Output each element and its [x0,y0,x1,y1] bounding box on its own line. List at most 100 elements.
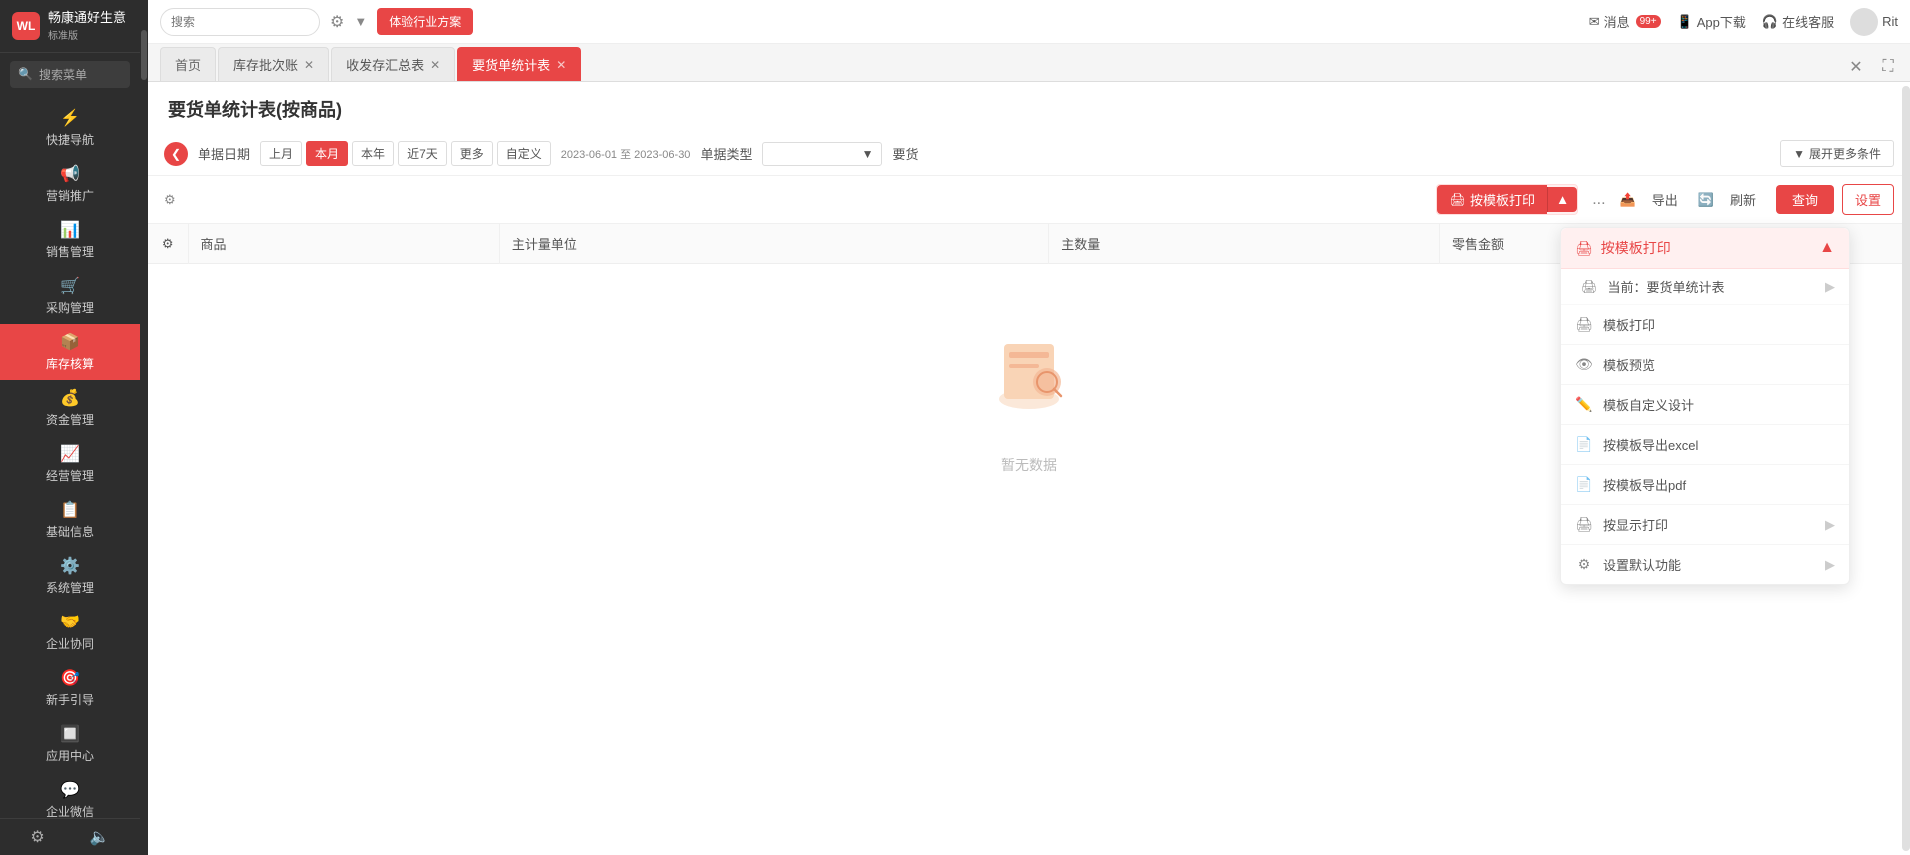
sidebar-item-guide[interactable]: 🎯 新手引导 [0,660,140,716]
tab-expand-btn[interactable]: ⛶ [1874,53,1902,81]
app-version: 标准版 [48,27,126,42]
tabs-bar: 首页 库存批次账 ✕ 收发存汇总表 ✕ 要货单统计表 ✕ ✕ ⛶ [148,44,1910,82]
home-label: 首页 [175,55,201,74]
date-options-group: 上月 本月 本年 近7天 更多 自定义 [260,141,551,166]
sidebar-bottom: ⚙ 🔈 [0,818,140,855]
user-avatar[interactable]: Rit [1850,8,1898,36]
filter-collapse-btn[interactable]: ❮ [164,142,188,166]
query-btn[interactable]: 查询 [1776,185,1834,214]
message-btn[interactable]: ✉ 消息 99+ [1589,12,1661,31]
tab-close-batch[interactable]: ✕ [304,58,314,72]
date-btn-custom[interactable]: 自定义 [497,141,551,166]
topbar-search-input[interactable] [160,8,320,36]
date-btn-last-7[interactable]: 近7天 [398,141,447,166]
sidebar-item-label: 快捷导航 [46,131,94,148]
popup-display-print-icon: 🖨 [1575,516,1593,533]
tab-order-stats[interactable]: 要货单统计表 ✕ [457,47,581,81]
speaker-icon[interactable]: 🔈 [90,827,110,847]
gear-icon[interactable]: ⚙ [330,12,344,32]
popup-preview-icon: 👁 [1575,356,1593,373]
date-btn-this-month[interactable]: 本月 [306,141,348,166]
sidebar-item-sales[interactable]: 📊 销售管理 [0,212,140,268]
order-type-dropdown[interactable]: ▼ [762,142,882,166]
popup-item-set-default[interactable]: ⚙ 设置默认功能 ▶ [1561,545,1849,584]
resize-handle[interactable] [1902,86,1910,851]
sidebar-item-app-center[interactable]: 🔲 应用中心 [0,716,140,772]
sidebar-search[interactable]: 🔍 搜索菜单 [10,61,130,88]
export-btn[interactable]: 导出 [1640,185,1690,214]
tab-close-order[interactable]: ✕ [556,58,566,72]
table-settings-icon[interactable]: ⚙ [164,192,176,208]
print-dropdown-popup: 🖨 按模板打印 ▲ 🖨 当前：要货单统计表 ▶ 🖨 模板打印 [1560,227,1850,585]
sidebar-item-label: 库存核算 [46,355,94,372]
refresh-btn[interactable]: 刷新 [1718,185,1768,214]
sidebar-scrollbar[interactable] [140,0,148,855]
date-btn-this-year[interactable]: 本年 [352,141,394,166]
purchase-icon: 🛒 [60,276,80,296]
sidebar-item-quick-nav[interactable]: ⚡ 快捷导航 [0,100,140,156]
filter-bar: ❮ 单据日期 上月 本月 本年 近7天 更多 自定义 2023-06-01 至 … [148,132,1910,176]
sidebar-item-basic-info[interactable]: 📋 基础信息 [0,492,140,548]
sidebar-item-inventory[interactable]: 📦 库存核算 [0,324,140,380]
dropdown-arrow-icon[interactable]: ▼ [354,14,367,29]
tab-receipt-summary[interactable]: 收发存汇总表 ✕ [331,47,455,81]
online-service-btn[interactable]: 🎧 在线客服 [1762,12,1834,31]
message-label: 消息 [1604,12,1630,31]
print-dropdown-btn[interactable]: ▲ [1547,187,1577,212]
sidebar-item-system[interactable]: ⚙️ 系统管理 [0,548,140,604]
headset-icon: 🎧 [1762,14,1778,30]
gear-settings-icon[interactable]: ⚙ [162,236,174,251]
sidebar-item-label: 经营管理 [46,467,94,484]
expand-more-btn[interactable]: ▼ 展开更多条件 [1780,140,1894,167]
sidebar-item-wechat[interactable]: 💬 企业微信 [0,772,140,818]
quick-nav-icon: ⚡ [60,108,80,128]
settings-btn[interactable]: 设置 [1842,184,1894,215]
sidebar-item-collab[interactable]: 🤝 企业协同 [0,604,140,660]
message-badge: 99+ [1636,15,1661,28]
date-btn-more[interactable]: 更多 [451,141,493,166]
popup-item-label: 模板预览 [1603,355,1655,374]
popup-item-label: 模板打印 [1603,315,1655,334]
popup-item-template-custom[interactable]: ✏️ 模板自定义设计 [1561,385,1849,425]
trial-btn[interactable]: 体验行业方案 [377,8,473,35]
sidebar-item-label: 采购管理 [46,299,94,316]
popup-item-display-print[interactable]: 🖨 按显示打印 ▶ [1561,505,1849,545]
printer-icon: 🖨 [1449,192,1466,208]
sidebar-item-label: 销售管理 [46,243,94,260]
popup-item-export-excel[interactable]: 📄 按模板导出excel [1561,425,1849,465]
online-service-label: 在线客服 [1782,12,1834,31]
sidebar-item-label: 应用中心 [46,747,94,764]
settings-icon[interactable]: ⚙ [30,827,44,847]
popup-header[interactable]: 🖨 按模板打印 ▲ [1561,228,1849,269]
print-template-btn[interactable]: 🖨 按模板打印 [1437,185,1547,214]
refresh-icon: 🔄 [1698,192,1714,208]
popup-item-label: 设置默认功能 [1603,555,1681,574]
sidebar-item-purchase[interactable]: 🛒 采购管理 [0,268,140,324]
export-btn-group: 📤 导出 [1620,185,1690,214]
tab-batch-account[interactable]: 库存批次账 ✕ [218,47,329,81]
tab-home[interactable]: 首页 [160,47,216,81]
app-download-btn[interactable]: 📱 App下载 [1677,12,1746,31]
date-filter-label: 单据日期 [198,144,250,163]
popup-item-template-preview[interactable]: 👁 模板预览 [1561,345,1849,385]
popup-current-icon: 🖨 [1581,279,1598,295]
date-btn-last-month[interactable]: 上月 [260,141,302,166]
tab-close-all-btn[interactable]: ✕ [1842,53,1870,81]
sidebar-item-operations[interactable]: 📈 经营管理 [0,436,140,492]
date-range-display: 2023-06-01 至 2023-06-30 [561,146,691,162]
popup-item-export-pdf[interactable]: 📄 按模板导出pdf [1561,465,1849,505]
sidebar-item-finance[interactable]: 💰 资金管理 [0,380,140,436]
popup-collapse-icon[interactable]: ▲ [1819,239,1835,257]
more-options-btn[interactable]: ... [1586,187,1611,213]
popup-item-label: 模板自定义设计 [1603,395,1694,414]
popup-printer-icon: 🖨 [1575,240,1593,257]
app-logo: WL 畅康通好生意 标准版 [0,0,140,53]
popup-item-template-print[interactable]: 🖨 模板打印 [1561,305,1849,345]
sidebar-item-marketing[interactable]: 📢 营销推广 [0,156,140,212]
popup-print-icon: 🖨 [1575,316,1593,333]
app-download-label: App下载 [1697,12,1746,31]
popup-header-left: 🖨 按模板打印 [1575,238,1671,258]
popup-current-template[interactable]: 🖨 当前：要货单统计表 ▶ [1561,269,1849,305]
popup-title: 按模板打印 [1601,238,1671,258]
tab-close-receipt[interactable]: ✕ [430,58,440,72]
